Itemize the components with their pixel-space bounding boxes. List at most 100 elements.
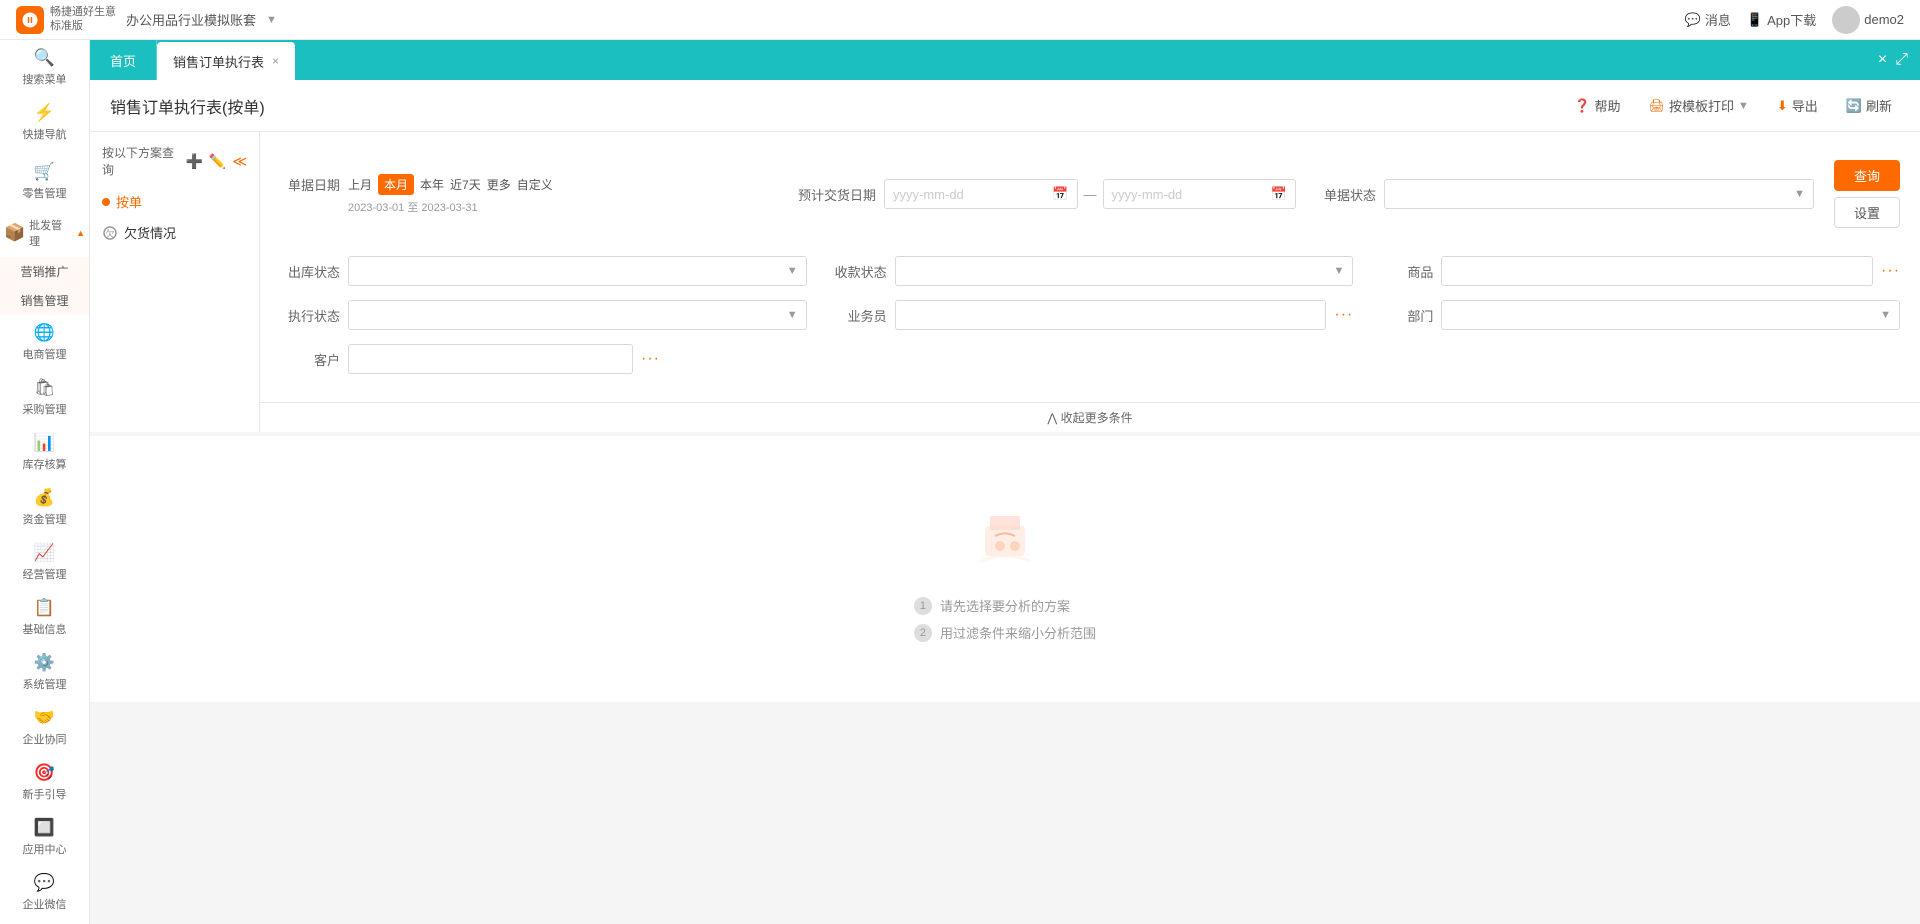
quick-nav-icon: ⚡ bbox=[34, 103, 55, 123]
sidebar-item-basic-info[interactable]: 📋 基础信息 bbox=[0, 590, 89, 645]
search-menu-icon: 🔍 bbox=[34, 48, 55, 68]
empty-tips: 1 请先选择要分析的方案 2 用过滤条件来缩小分析范围 bbox=[914, 596, 1096, 642]
department-arrow-icon: ▼ bbox=[1880, 309, 1891, 321]
date-tab-prev[interactable]: 上月 bbox=[348, 176, 372, 193]
add-plan-icon[interactable]: ➕ bbox=[185, 153, 202, 170]
operation-mgmt-icon: 📈 bbox=[34, 543, 55, 563]
edit-plan-icon[interactable]: ✏️ bbox=[209, 153, 226, 170]
filter-row-3: 执行状态 ▼ 业务员 ··· bbox=[280, 300, 1900, 330]
filter-field-warehouse-status: 出库状态 ▼ bbox=[280, 256, 807, 286]
sidebar-item-member[interactable]: 👑 畅会员 bbox=[0, 920, 89, 924]
date-tab-current[interactable]: 本月 bbox=[378, 174, 414, 195]
settings-button[interactable]: 设置 bbox=[1834, 197, 1900, 228]
exec-status-arrow-icon: ▼ bbox=[787, 309, 798, 321]
tab-bar-actions: × ⤢ bbox=[1878, 51, 1920, 69]
date-tab-more[interactable]: 更多 bbox=[487, 176, 511, 193]
export-icon: ⬇ bbox=[1777, 98, 1788, 114]
logo-text: 畅捷通好生意 标准版 bbox=[50, 6, 116, 32]
query-button[interactable]: 查询 bbox=[1834, 160, 1900, 191]
sidebar-sub-item-marketing[interactable]: 营销推广 bbox=[0, 257, 89, 286]
calendar-end-icon: 📅 bbox=[1271, 186, 1287, 202]
payment-status-select[interactable]: ▼ bbox=[895, 256, 1354, 286]
print-btn[interactable]: 🖨 按模板打印 ▼ bbox=[1640, 92, 1756, 119]
retail-mgmt-icon: 🛒 bbox=[34, 162, 55, 182]
app-title-dropdown-icon[interactable]: ▼ bbox=[266, 14, 277, 26]
customer-dots-btn[interactable]: ··· bbox=[641, 350, 660, 368]
finance-mgmt-icon: 💰 bbox=[34, 488, 55, 508]
refresh-btn[interactable]: 🔄 刷新 bbox=[1838, 92, 1900, 119]
expected-date-label: 预计交货日期 bbox=[798, 185, 876, 204]
filter-option-by-order[interactable]: 按单 bbox=[90, 186, 259, 217]
sidebar-item-enterprise-wechat[interactable]: 💬 企业微信 bbox=[0, 865, 89, 920]
export-btn[interactable]: ⬇ 导出 bbox=[1769, 92, 1826, 119]
filter-option-backorder[interactable]: 欠 欠货情况 bbox=[90, 217, 259, 248]
empty-state-icon bbox=[965, 496, 1045, 576]
tip-num-2: 2 bbox=[914, 624, 932, 642]
collapse-plan-icon[interactable]: ≪ bbox=[232, 153, 247, 170]
purchase-mgmt-icon: 🛍 bbox=[34, 378, 56, 398]
print-dropdown-icon[interactable]: ▼ bbox=[1738, 100, 1749, 112]
date-tab-custom[interactable]: 自定义 bbox=[517, 176, 553, 193]
product-label: 商品 bbox=[1373, 262, 1433, 281]
salesperson-input[interactable] bbox=[895, 300, 1327, 330]
sidebar-item-finance-mgmt[interactable]: 💰 资金管理 bbox=[0, 480, 89, 535]
top-bar: 畅捷通好生意 标准版 办公用品行业模拟账套 ▼ 💬 消息 📱 App下载 dem… bbox=[0, 0, 1920, 40]
product-input[interactable] bbox=[1441, 256, 1873, 286]
help-btn[interactable]: ❓ 帮助 bbox=[1566, 92, 1628, 119]
exec-status-select[interactable]: ▼ bbox=[348, 300, 807, 330]
filter-row-4: 客户 ··· bbox=[280, 344, 1900, 374]
wholesale-mgmt-icon: 📦 bbox=[4, 223, 25, 243]
tab-home[interactable]: 首页 bbox=[90, 40, 157, 80]
sidebar-item-operation-mgmt[interactable]: 📈 经营管理 bbox=[0, 535, 89, 590]
message-icon: 💬 bbox=[1685, 12, 1701, 28]
status-select[interactable]: ▼ bbox=[1384, 179, 1814, 209]
sidebar-item-enterprise-collab[interactable]: 🤝 企业协同 bbox=[0, 700, 89, 755]
new-guide-icon: 🎯 bbox=[34, 763, 55, 783]
sidebar-item-purchase-mgmt[interactable]: 🛍 采购管理 bbox=[0, 370, 89, 425]
filter-form: 单据日期 上月 本月 本年 近7天 更多 自定义 bbox=[260, 132, 1920, 402]
message-action[interactable]: 💬 消息 bbox=[1685, 10, 1731, 29]
department-select[interactable]: ▼ bbox=[1441, 300, 1900, 330]
help-icon: ❓ bbox=[1574, 98, 1590, 114]
filter-sidebar-icons: ➕ ✏️ ≪ bbox=[185, 153, 247, 170]
product-dots-btn[interactable]: ··· bbox=[1881, 262, 1900, 280]
logo-area: 畅捷通好生意 标准版 bbox=[16, 6, 116, 34]
sidebar-item-search-menu[interactable]: 🔍 搜索菜单 bbox=[0, 40, 89, 95]
filter-row-1: 单据日期 上月 本月 本年 近7天 更多 自定义 bbox=[280, 146, 1900, 242]
sidebar-item-ecommerce-mgmt[interactable]: 🌐 电商管理 bbox=[0, 315, 89, 370]
customer-input[interactable] bbox=[348, 344, 633, 374]
sidebar-item-retail-mgmt[interactable]: 🛒 零售管理 bbox=[0, 154, 89, 209]
payment-status-arrow-icon: ▼ bbox=[1333, 265, 1344, 277]
filter-field-customer: 客户 ··· bbox=[280, 344, 660, 374]
salesperson-dots-btn[interactable]: ··· bbox=[1334, 306, 1353, 324]
maximize-btn[interactable]: ⤢ bbox=[1895, 51, 1908, 69]
close-window-btn[interactable]: × bbox=[1878, 51, 1887, 69]
app-download-action[interactable]: 📱 App下载 bbox=[1747, 10, 1816, 29]
app-title: 办公用品行业模拟账套 bbox=[126, 10, 256, 29]
sidebar-item-inventory-check[interactable]: 📊 库存核算 bbox=[0, 425, 89, 480]
sidebar-item-system-mgmt[interactable]: ⚙️ 系统管理 bbox=[0, 645, 89, 700]
sidebar-item-new-guide[interactable]: 🎯 新手引导 bbox=[0, 755, 89, 810]
system-mgmt-icon: ⚙️ bbox=[34, 653, 55, 673]
exec-status-label: 执行状态 bbox=[280, 306, 340, 325]
sidebar-item-app-center[interactable]: 🔲 应用中心 bbox=[0, 810, 89, 865]
content-area: 首页 销售订单执行表 × × ⤢ 销售订单执行表(按单) ❓ 帮助 bbox=[90, 40, 1920, 924]
tab-active[interactable]: 销售订单执行表 × bbox=[157, 42, 295, 80]
filter-panel: 按以下方案查询 ➕ ✏️ ≪ 按单 欠 欠货情况 bbox=[90, 132, 1920, 432]
expected-date-end[interactable]: yyyy-mm-dd 📅 bbox=[1103, 179, 1297, 209]
sidebar-item-wholesale-mgmt[interactable]: 📦 批发管理 ▲ bbox=[0, 209, 89, 257]
salesperson-label: 业务员 bbox=[827, 306, 887, 325]
date-tab-7days[interactable]: 近7天 bbox=[450, 176, 481, 193]
warehouse-status-select[interactable]: ▼ bbox=[348, 256, 807, 286]
expected-date-start[interactable]: yyyy-mm-dd 📅 bbox=[884, 179, 1078, 209]
filter-row-2: 出库状态 ▼ 收款状态 ▼ bbox=[280, 256, 1900, 286]
collapse-btn[interactable]: ⋀ 收起更多条件 bbox=[260, 402, 1920, 432]
date-tab-year[interactable]: 本年 bbox=[420, 176, 444, 193]
user-avatar-action[interactable]: demo2 bbox=[1832, 6, 1904, 34]
filter-field-exec-status: 执行状态 ▼ bbox=[280, 300, 807, 330]
svg-text:欠: 欠 bbox=[105, 228, 114, 239]
sidebar-item-quick-nav[interactable]: ⚡ 快捷导航 bbox=[0, 95, 89, 150]
tab-close-icon[interactable]: × bbox=[272, 54, 279, 68]
sidebar-sub-item-sales-mgmt[interactable]: 销售管理 bbox=[0, 286, 89, 315]
empty-tip-2: 2 用过滤条件来缩小分析范围 bbox=[914, 623, 1096, 642]
